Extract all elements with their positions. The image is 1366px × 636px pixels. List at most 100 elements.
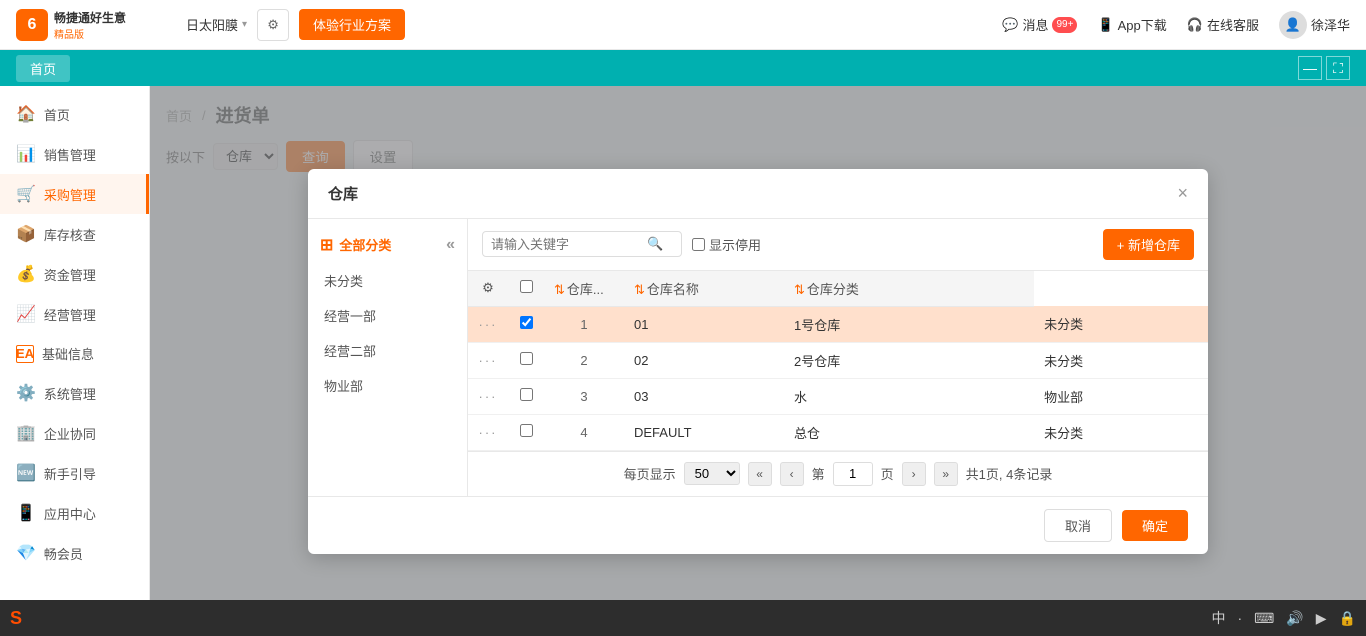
store-selector[interactable]: 日太阳膜 ▾ <box>186 15 247 34</box>
sidebar-item-operations[interactable]: 📈 经营管理 <box>0 294 149 334</box>
row-checkbox-cell[interactable] <box>508 378 544 414</box>
trial-button[interactable]: 体验行业方案 <box>299 9 405 40</box>
sidebar-item-guide[interactable]: 🆕 新手引导 <box>0 453 149 493</box>
row-category: 物业部 <box>1034 378 1208 414</box>
taskbar-icon-zh[interactable]: 中 <box>1211 608 1225 628</box>
page-size-select[interactable]: 50 100 <box>684 462 740 485</box>
first-page-button[interactable]: « <box>748 462 772 486</box>
col-category-header[interactable]: ⇅仓库分类 <box>784 271 1034 307</box>
sidebar-item-inventory[interactable]: 📦 库存核查 <box>0 214 149 254</box>
sidebar-item-purchase[interactable]: 🛒 采购管理 <box>0 174 149 214</box>
taskbar-play-icon[interactable]: ▶ <box>1316 610 1327 627</box>
show-disabled-toggle[interactable]: 显示停用 <box>692 235 761 254</box>
table-row[interactable]: ··· 1 01 1号仓库 未分类 <box>468 306 1208 342</box>
sidebar-item-basic[interactable]: EA 基础信息 <box>0 334 149 373</box>
row-checkbox[interactable] <box>520 352 533 365</box>
data-table: ⚙ ⇅仓库... ⇅仓库名称 <box>468 271 1208 451</box>
taskbar-keyboard-icon[interactable]: ⌨ <box>1254 610 1274 627</box>
category-panel: ⊞ 全部分类 « 未分类 经营一部 经营二部 物业部 <box>308 219 468 496</box>
table-row[interactable]: ··· 2 02 2号仓库 未分类 <box>468 342 1208 378</box>
main-content: 首页 / 进货单 按以下 仓库 查询 设置 仓库 × <box>150 86 1366 636</box>
col-checkbox <box>508 271 544 307</box>
phone-icon: 📱 <box>1097 17 1113 33</box>
table-body: ··· 1 01 1号仓库 未分类 ··· 2 02 2号仓库 未分类 ··· … <box>468 306 1208 450</box>
sort-icon: ⇅ <box>554 282 565 297</box>
logo-text: 畅捷通好生意 精品版 <box>54 9 126 41</box>
row-checkbox-cell[interactable] <box>508 342 544 378</box>
action-dots-icon[interactable]: ··· <box>479 353 498 368</box>
col-name-header[interactable]: ⇅仓库名称 <box>624 271 784 307</box>
operations-icon: 📈 <box>16 304 36 324</box>
page-number-input[interactable] <box>833 462 873 486</box>
row-action[interactable]: ··· <box>468 378 508 414</box>
logo-area: 6 畅捷通好生意 精品版 <box>16 9 166 41</box>
category-item-property[interactable]: 物业部 <box>308 368 467 403</box>
show-disabled-checkbox[interactable] <box>692 238 705 251</box>
row-checkbox[interactable] <box>520 388 533 401</box>
row-number: 2 <box>544 342 624 378</box>
customer-service-nav[interactable]: 🎧 在线客服 <box>1187 15 1259 34</box>
select-all-checkbox[interactable] <box>520 280 533 293</box>
row-checkbox-cell[interactable] <box>508 306 544 342</box>
category-item-dept1[interactable]: 经营一部 <box>308 298 467 333</box>
messages-nav[interactable]: 💬 消息 99+ <box>1002 15 1077 34</box>
sort-icon2: ⇅ <box>634 282 645 297</box>
second-nav-home[interactable]: 首页 <box>16 55 70 82</box>
action-dots-icon[interactable]: ··· <box>479 317 498 332</box>
search-input[interactable] <box>491 237 641 252</box>
sidebar-item-sales[interactable]: 📊 销售管理 <box>0 134 149 174</box>
apps-icon: 📱 <box>16 503 36 523</box>
confirm-button[interactable]: 确定 <box>1122 510 1188 541</box>
row-action[interactable]: ··· <box>468 342 508 378</box>
collapse-icon[interactable]: « <box>446 236 455 254</box>
sidebar-item-system[interactable]: ⚙️ 系统管理 <box>0 373 149 413</box>
nav-right: 💬 消息 99+ 📱 App下载 🎧 在线客服 👤 徐泽华 <box>1002 11 1350 39</box>
row-name: 总仓 <box>784 414 1034 450</box>
row-category: 未分类 <box>1034 306 1208 342</box>
all-categories-header[interactable]: ⊞ 全部分类 « <box>308 227 467 263</box>
table-row[interactable]: ··· 3 03 水 物业部 <box>468 378 1208 414</box>
row-checkbox-cell[interactable] <box>508 414 544 450</box>
user-info[interactable]: 👤 徐泽华 <box>1279 11 1350 39</box>
taskbar: S 中 · ⌨ 🔊 ▶ 🔒 <box>0 600 1366 636</box>
maximize-button[interactable]: ⛶ <box>1326 56 1350 80</box>
row-number: 3 <box>544 378 624 414</box>
action-dots-icon[interactable]: ··· <box>479 425 498 440</box>
prev-page-button[interactable]: ‹ <box>780 462 804 486</box>
table-row[interactable]: ··· 4 DEFAULT 总仓 未分类 <box>468 414 1208 450</box>
row-name: 2号仓库 <box>784 342 1034 378</box>
modal-overlay[interactable]: 仓库 × ⊞ 全部分类 « 未分类 经营一部 经营二部 <box>150 86 1366 636</box>
row-number: 4 <box>544 414 624 450</box>
col-settings: ⚙ <box>468 271 508 307</box>
sort-icon3: ⇅ <box>794 282 805 297</box>
modal-close-button[interactable]: × <box>1177 183 1188 204</box>
last-page-button[interactable]: » <box>934 462 958 486</box>
taskbar-volume-icon[interactable]: 🔊 <box>1286 610 1303 627</box>
col-code-header[interactable]: ⇅仓库... <box>544 271 624 307</box>
home-icon: 🏠 <box>16 104 36 124</box>
chevron-down-icon: ▾ <box>242 19 247 30</box>
sidebar-item-apps[interactable]: 📱 应用中心 <box>0 493 149 533</box>
minimize-button[interactable]: — <box>1298 56 1322 80</box>
category-item-unclassified[interactable]: 未分类 <box>308 263 467 298</box>
sidebar-item-home[interactable]: 🏠 首页 <box>0 94 149 134</box>
row-name: 1号仓库 <box>784 306 1034 342</box>
sidebar-item-vip[interactable]: 💎 畅会员 <box>0 533 149 573</box>
category-item-dept2[interactable]: 经营二部 <box>308 333 467 368</box>
add-warehouse-button[interactable]: + 新增仓库 <box>1103 229 1194 260</box>
app-download-nav[interactable]: 📱 App下载 <box>1097 15 1166 34</box>
cancel-button[interactable]: 取消 <box>1044 509 1112 542</box>
action-dots-icon[interactable]: ··· <box>479 389 498 404</box>
row-action[interactable]: ··· <box>468 414 508 450</box>
row-action[interactable]: ··· <box>468 306 508 342</box>
sidebar-item-enterprise[interactable]: 🏢 企业协同 <box>0 413 149 453</box>
settings-button[interactable]: ⚙ <box>257 9 289 41</box>
next-page-button[interactable]: › <box>902 462 926 486</box>
logo-icon: 6 <box>16 9 48 41</box>
search-icon[interactable]: 🔍 <box>647 236 663 252</box>
row-checkbox[interactable] <box>520 316 533 329</box>
taskbar-lock-icon[interactable]: 🔒 <box>1339 610 1356 627</box>
sidebar-item-finance[interactable]: 💰 资金管理 <box>0 254 149 294</box>
search-wrap: 🔍 <box>482 231 682 257</box>
row-checkbox[interactable] <box>520 424 533 437</box>
